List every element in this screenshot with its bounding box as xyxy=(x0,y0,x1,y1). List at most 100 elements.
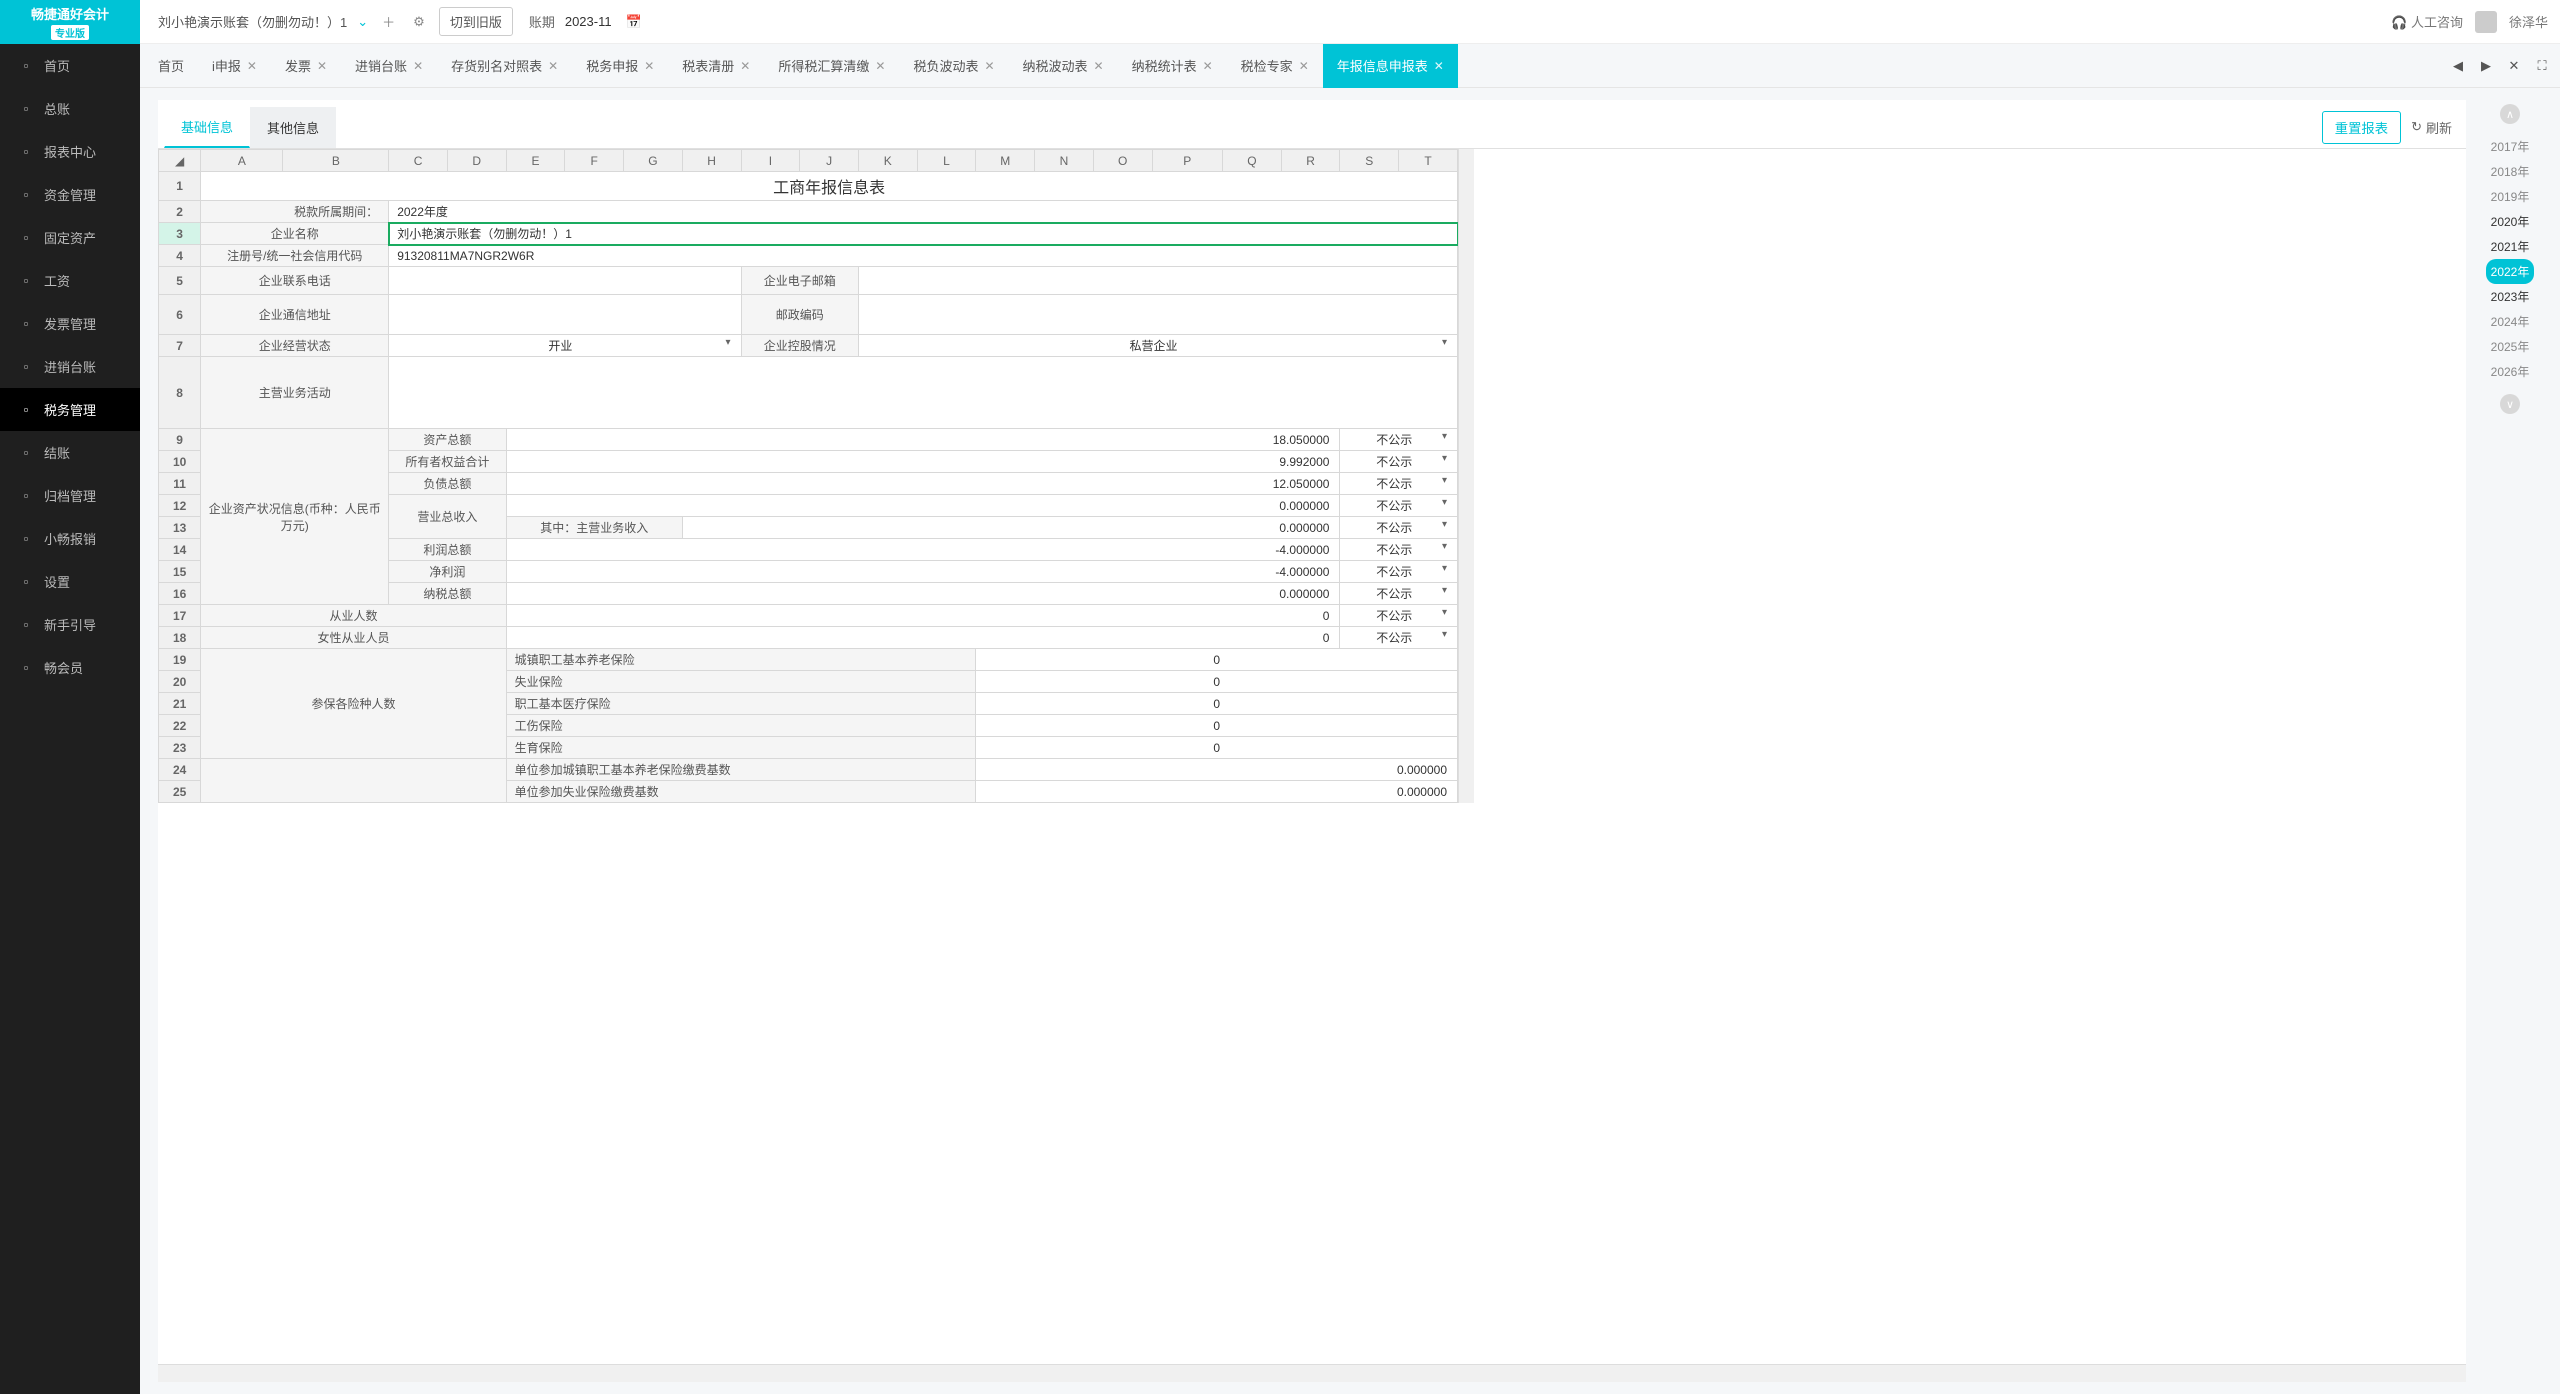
fin-pub[interactable]: 不公示 xyxy=(1340,539,1458,561)
row-header[interactable]: 20 xyxy=(159,671,201,693)
fullscreen-icon[interactable]: ⛶ xyxy=(2528,52,2556,80)
avatar[interactable] xyxy=(2475,11,2497,33)
year-button[interactable]: 2024年 xyxy=(2486,309,2534,334)
row-header[interactable]: 7 xyxy=(159,335,201,357)
add-icon[interactable]: ＋ xyxy=(378,8,399,35)
year-button[interactable]: 2019年 xyxy=(2486,184,2534,209)
year-button[interactable]: 2025年 xyxy=(2486,334,2534,359)
col-header[interactable]: P xyxy=(1152,150,1222,172)
col-header[interactable]: T xyxy=(1399,150,1458,172)
base-value[interactable]: 0.000000 xyxy=(976,759,1458,781)
tab-close-icon[interactable]: ✕ xyxy=(247,59,257,73)
year-button[interactable]: 2020年 xyxy=(2486,209,2534,234)
year-button[interactable]: 2022年 xyxy=(2486,259,2534,284)
row-header[interactable]: 11 xyxy=(159,473,201,495)
col-header[interactable]: M xyxy=(976,150,1035,172)
tab-close-icon[interactable]: ✕ xyxy=(740,59,750,73)
reset-button[interactable]: 重置报表 xyxy=(2322,111,2401,144)
col-header[interactable]: O xyxy=(1093,150,1152,172)
row-header[interactable]: 2 xyxy=(159,201,201,223)
tab-4[interactable]: 存货别名对照表✕ xyxy=(437,44,572,88)
fin-pub[interactable]: 不公示 xyxy=(1340,517,1458,539)
sidebar-item-11[interactable]: ▫小畅报销 xyxy=(0,517,140,560)
sidebar-item-6[interactable]: ▫发票管理 xyxy=(0,302,140,345)
col-header[interactable]: N xyxy=(1035,150,1094,172)
tab-2[interactable]: 发票✕ xyxy=(271,44,341,88)
sidebar-item-1[interactable]: ▫总账 xyxy=(0,87,140,130)
account-selector[interactable]: 刘小艳演示账套（勿删勿动！）1 xyxy=(158,12,347,31)
col-header[interactable]: S xyxy=(1340,150,1399,172)
year-up-icon[interactable]: ∧ xyxy=(2500,104,2520,124)
fin-pub[interactable]: 不公示 xyxy=(1340,451,1458,473)
tab-7[interactable]: 所得税汇算清缴✕ xyxy=(764,44,899,88)
fin-value[interactable]: 0.000000 xyxy=(506,495,1340,517)
tab-11[interactable]: 税检专家✕ xyxy=(1227,44,1323,88)
tab-6[interactable]: 税表清册✕ xyxy=(668,44,764,88)
tab-close-icon[interactable]: ✕ xyxy=(1094,59,1104,73)
fin-value[interactable]: -4.000000 xyxy=(506,539,1340,561)
col-header[interactable]: L xyxy=(917,150,976,172)
fin-value[interactable]: 18.050000 xyxy=(506,429,1340,451)
fin-value[interactable]: 9.992000 xyxy=(506,451,1340,473)
gear-icon[interactable]: ⚙ xyxy=(409,10,429,34)
tab-next-icon[interactable]: ▶ xyxy=(2472,52,2500,80)
sidebar-item-7[interactable]: ▫进销台账 xyxy=(0,345,140,388)
ins-value[interactable]: 0 xyxy=(976,715,1458,737)
sidebar-item-14[interactable]: ▫畅会员 xyxy=(0,646,140,689)
status-select[interactable]: 开业 xyxy=(389,335,741,357)
old-version-button[interactable]: 切到旧版 xyxy=(439,7,513,36)
row-header[interactable]: 19 xyxy=(159,649,201,671)
row-header[interactable]: 14 xyxy=(159,539,201,561)
fin-pub[interactable]: 不公示 xyxy=(1340,495,1458,517)
col-header[interactable]: D xyxy=(447,150,506,172)
row-header[interactable]: 5 xyxy=(159,267,201,295)
fin-value[interactable]: -4.000000 xyxy=(506,561,1340,583)
sidebar-item-12[interactable]: ▫设置 xyxy=(0,560,140,603)
tab-1[interactable]: i申报✕ xyxy=(198,44,271,88)
tab-12[interactable]: 年报信息申报表✕ xyxy=(1323,44,1458,88)
sidebar-item-4[interactable]: ▫固定资产 xyxy=(0,216,140,259)
sheet-tab-other[interactable]: 其他信息 xyxy=(250,107,336,148)
employees-value[interactable]: 0 xyxy=(506,605,1340,627)
col-header[interactable]: E xyxy=(506,150,565,172)
col-header[interactable]: I xyxy=(741,150,800,172)
sidebar-item-3[interactable]: ▫资金管理 xyxy=(0,173,140,216)
employees-pub[interactable]: 不公示 xyxy=(1340,605,1458,627)
year-button[interactable]: 2026年 xyxy=(2486,359,2534,384)
col-header[interactable]: R xyxy=(1281,150,1340,172)
year-down-icon[interactable]: ∨ xyxy=(2500,394,2520,414)
year-button[interactable]: 2021年 xyxy=(2486,234,2534,259)
year-button[interactable]: 2023年 xyxy=(2486,284,2534,309)
row-header[interactable]: 21 xyxy=(159,693,201,715)
col-header[interactable]: F xyxy=(565,150,624,172)
female-pub[interactable]: 不公示 xyxy=(1340,627,1458,649)
tab-close-icon[interactable]: ✕ xyxy=(1434,59,1444,73)
row-header[interactable]: 13 xyxy=(159,517,201,539)
sidebar-item-5[interactable]: ▫工资 xyxy=(0,259,140,302)
col-header[interactable]: J xyxy=(800,150,859,172)
chevron-down-icon[interactable]: ⌄ xyxy=(357,14,368,30)
tab-5[interactable]: 税务申报✕ xyxy=(572,44,668,88)
row-header[interactable]: 24 xyxy=(159,759,201,781)
row-header[interactable]: 6 xyxy=(159,295,201,335)
year-button[interactable]: 2017年 xyxy=(2486,134,2534,159)
addr-value[interactable] xyxy=(389,295,741,335)
horizontal-scrollbar[interactable] xyxy=(158,1364,2466,1382)
col-header[interactable]: Q xyxy=(1223,150,1282,172)
col-header[interactable]: K xyxy=(858,150,917,172)
sidebar-item-0[interactable]: ▫首页 xyxy=(0,44,140,87)
tab-close-icon[interactable]: ✕ xyxy=(548,59,558,73)
tab-8[interactable]: 税负波动表✕ xyxy=(899,44,1008,88)
row-header[interactable]: 18 xyxy=(159,627,201,649)
tab-close-icon[interactable]: ✕ xyxy=(984,59,994,73)
fin-pub[interactable]: 不公示 xyxy=(1340,583,1458,605)
email-value[interactable] xyxy=(858,267,1457,295)
ins-value[interactable]: 0 xyxy=(976,649,1458,671)
female-value[interactable]: 0 xyxy=(506,627,1340,649)
ins-value[interactable]: 0 xyxy=(976,671,1458,693)
fin-value[interactable]: 0.000000 xyxy=(506,583,1340,605)
sidebar-item-8[interactable]: ▫税务管理 xyxy=(0,388,140,431)
tab-close-icon[interactable]: ✕ xyxy=(875,59,885,73)
col-header[interactable]: B xyxy=(283,150,389,172)
sidebar-item-9[interactable]: ▫结账 xyxy=(0,431,140,474)
